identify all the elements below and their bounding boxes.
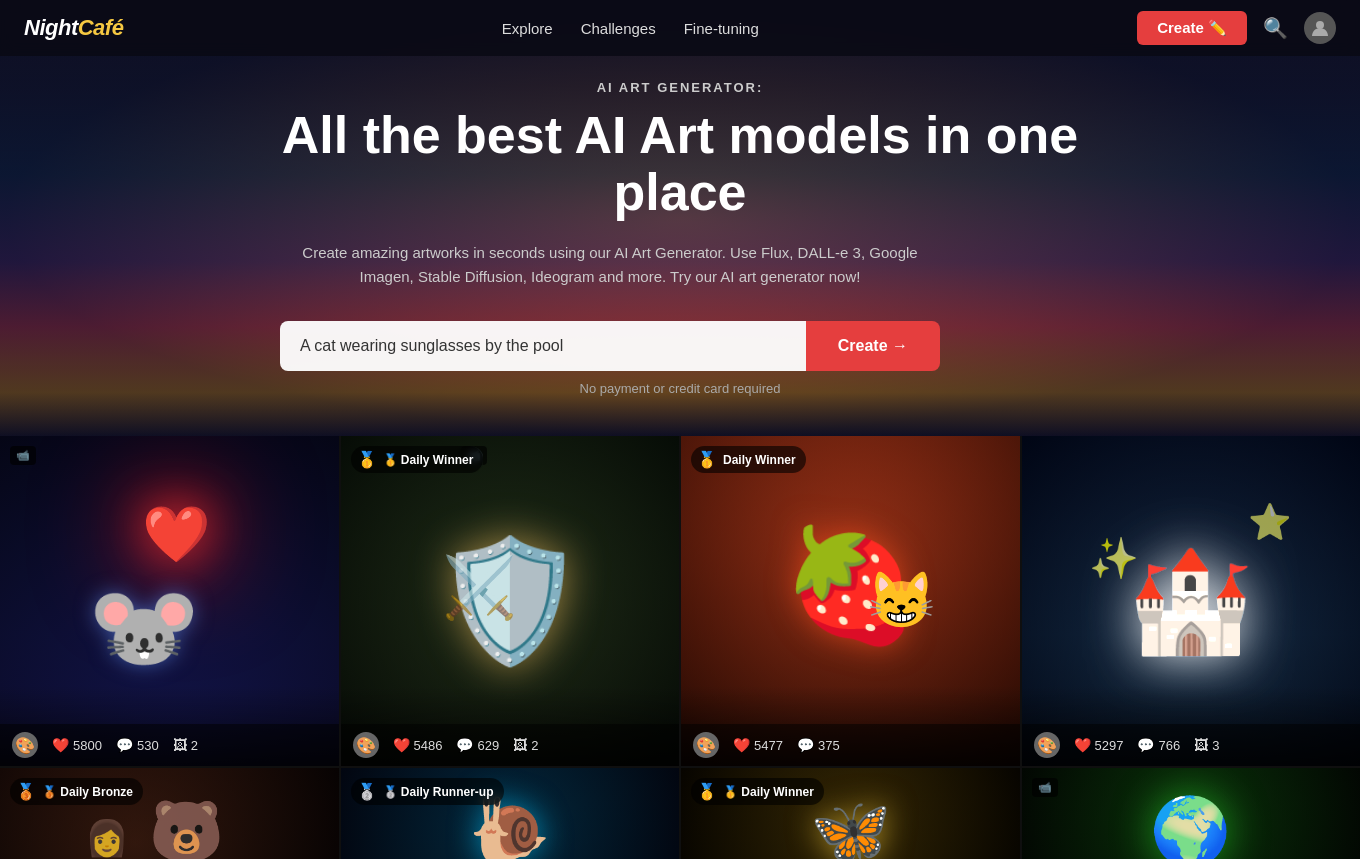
- search-button[interactable]: 🔍: [1263, 16, 1288, 40]
- video-badge-8: 📹: [1032, 778, 1058, 797]
- avatar-4: 🎨: [1034, 732, 1060, 758]
- hero-title: All the best AI Art models in one place: [280, 107, 1080, 221]
- svg-point-0: [1316, 21, 1324, 29]
- nav-links: Explore Challenges Fine-tuning: [502, 20, 759, 37]
- stats-bar-2: 🎨 ❤️5486 💬629 🖼2: [341, 724, 680, 766]
- hero-description: Create amazing artworks in seconds using…: [280, 241, 940, 289]
- daily-winner-badge-3: 🥇Daily Winner: [691, 446, 806, 473]
- daily-runnerup-badge: 🥈🥈 Daily Runner-up: [351, 778, 504, 805]
- likes-3: ❤️5477: [733, 737, 783, 753]
- nav-finetuning[interactable]: Fine-tuning: [684, 20, 759, 37]
- gallery-row-2: 🐻 👩 🥉🥉 Daily Bronze 🐌 🥈🥈 Daily Runner-up…: [0, 768, 1360, 859]
- video-badge-1: 📹: [10, 446, 36, 465]
- nav-explore[interactable]: Explore: [502, 20, 553, 37]
- comments-4: 💬766: [1137, 737, 1180, 753]
- gallery-item-3[interactable]: 🍓 😸 🥇Daily Winner 🎨 ❤️5477 💬375: [681, 436, 1020, 766]
- avatar-2: 🎨: [353, 732, 379, 758]
- hero: AI ART GENERATOR: All the best AI Art mo…: [0, 0, 1360, 436]
- likes-1: ❤️5800: [52, 737, 102, 753]
- comments-3: 💬375: [797, 737, 840, 753]
- gallery-item-8[interactable]: 🌍 📹: [1022, 768, 1361, 859]
- navbar: NightCafé Explore Challenges Fine-tuning…: [0, 0, 1360, 56]
- images-4: 🖼3: [1194, 737, 1219, 753]
- logo[interactable]: NightCafé: [24, 15, 123, 41]
- gallery-item-7[interactable]: 🦋 🥇🥇 Daily Winner: [681, 768, 1020, 859]
- gallery-row-1: ❤️ 🐭 📹 🎨 ❤️5800 💬530 🖼2 🛡️ ⚔️ 📹 🥇🥇 Daily…: [0, 436, 1360, 766]
- nav-right: Create ✏️ 🔍: [1137, 11, 1336, 45]
- gallery-item-1[interactable]: ❤️ 🐭 📹 🎨 ❤️5800 💬530 🖼2: [0, 436, 339, 766]
- daily-winner-badge-2: 🥇🥇 Daily Winner: [351, 446, 484, 473]
- stats-bar-4: 🎨 ❤️5297 💬766 🖼3: [1022, 724, 1361, 766]
- likes-4: ❤️5297: [1074, 737, 1124, 753]
- likes-2: ❤️5486: [393, 737, 443, 753]
- search-input[interactable]: [280, 321, 806, 371]
- search-bar: Create →: [280, 321, 940, 371]
- stats-bar-1: 🎨 ❤️5800 💬530 🖼2: [0, 724, 339, 766]
- nav-challenges[interactable]: Challenges: [581, 20, 656, 37]
- create-nav-button[interactable]: Create ✏️: [1137, 11, 1247, 45]
- avatar-1: 🎨: [12, 732, 38, 758]
- comments-2: 💬629: [456, 737, 499, 753]
- gallery-item-6[interactable]: 🐌 🥈🥈 Daily Runner-up: [341, 768, 680, 859]
- images-2: 🖼2: [513, 737, 538, 753]
- gallery-item-5[interactable]: 🐻 👩 🥉🥉 Daily Bronze: [0, 768, 339, 859]
- no-payment-notice: No payment or credit card required: [280, 381, 1080, 396]
- gallery-item-4[interactable]: 🏰 ✨ ⭐ 🎨 ❤️5297 💬766 🖼3: [1022, 436, 1361, 766]
- avatar[interactable]: [1304, 12, 1336, 44]
- gallery-item-2[interactable]: 🛡️ ⚔️ 📹 🥇🥇 Daily Winner 🎨 ❤️5486 💬629 🖼2: [341, 436, 680, 766]
- daily-winner-badge-7: 🥇🥇 Daily Winner: [691, 778, 824, 805]
- daily-bronze-badge: 🥉🥉 Daily Bronze: [10, 778, 143, 805]
- create-button[interactable]: Create →: [806, 321, 940, 371]
- hero-subtitle: AI ART GENERATOR:: [280, 80, 1080, 95]
- images-1: 🖼2: [173, 737, 198, 753]
- stats-bar-3: 🎨 ❤️5477 💬375: [681, 724, 1020, 766]
- comments-1: 💬530: [116, 737, 159, 753]
- avatar-3: 🎨: [693, 732, 719, 758]
